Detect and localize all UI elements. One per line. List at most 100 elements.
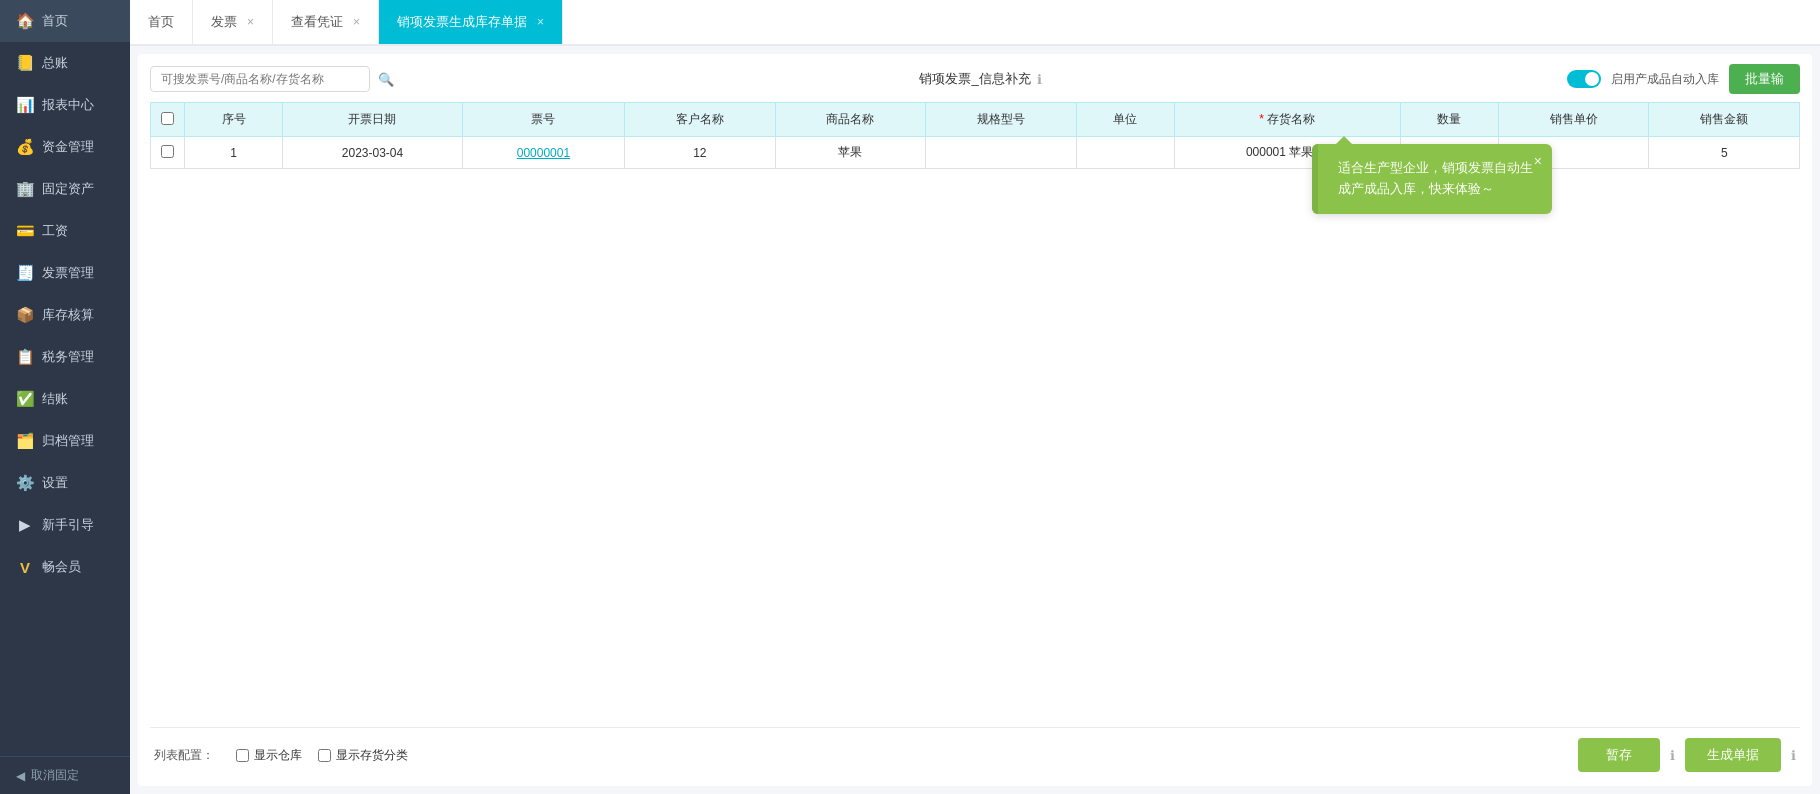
- data-table-wrapper: 序号 开票日期 票号 客户名称 商品名称 规格型号 单位 * 存货名称 数量 销…: [150, 102, 1800, 727]
- generate-button[interactable]: 生成单据: [1685, 738, 1781, 772]
- ledger-icon: 📒: [16, 54, 34, 72]
- search-icon[interactable]: 🔍: [378, 72, 394, 87]
- main-area: 首页 发票 × 查看凭证 × 销项发票生成库存单据 × 🔍 销项发票_信息补充 …: [130, 0, 1820, 794]
- sidebar-item-reports[interactable]: 📊 报表中心: [0, 84, 130, 126]
- save-button[interactable]: 暂存: [1578, 738, 1660, 772]
- cell-product: 苹果: [775, 137, 925, 169]
- content-panel: 🔍 销项发票_信息补充 ℹ 启用产成品自动入库 批量输: [138, 54, 1812, 786]
- sidebar-item-label: 固定资产: [42, 180, 94, 198]
- sidebar-item-settlement[interactable]: ✅ 结账: [0, 378, 130, 420]
- header-model: 规格型号: [926, 103, 1076, 137]
- sidebar-item-archive[interactable]: 🗂️ 归档管理: [0, 420, 130, 462]
- sidebar-item-label: 报表中心: [42, 96, 94, 114]
- settlement-icon: ✅: [16, 390, 34, 408]
- tab-home[interactable]: 首页: [130, 0, 193, 44]
- tab-stock[interactable]: 销项发票生成库存单据 ×: [379, 0, 563, 44]
- footer: 列表配置： 显示仓库 显示存货分类 暂存 ℹ 生成单据 ℹ: [150, 727, 1800, 776]
- sidebar-item-inventory[interactable]: 📦 库存核算: [0, 294, 130, 336]
- sidebar-item-label: 税务管理: [42, 348, 94, 366]
- tab-stock-close[interactable]: ×: [537, 15, 544, 29]
- sidebar-item-fixed-assets[interactable]: 🏢 固定资产: [0, 168, 130, 210]
- sidebar-item-settings[interactable]: ⚙️ 设置: [0, 462, 130, 504]
- table-row: 1 2023-03-04 00000001 12 苹果 000001 苹果 个 …: [151, 137, 1800, 169]
- inventory-icon: 📦: [16, 306, 34, 324]
- show-category-option[interactable]: 显示存货分类: [318, 747, 408, 764]
- tooltip-bar: [1312, 144, 1318, 214]
- tooltip-box: × 适合生产型企业，销项发票自动生成产成品入库，快来体验～: [1312, 144, 1552, 214]
- cancel-pin-button[interactable]: ◀ 取消固定: [0, 756, 130, 794]
- header-unit-price: 销售单价: [1499, 103, 1649, 137]
- auto-stock-toggle[interactable]: [1567, 70, 1601, 88]
- sidebar-item-label: 首页: [42, 12, 68, 30]
- sidebar-item-payroll[interactable]: 💳 工资: [0, 210, 130, 252]
- cell-unit: [1076, 137, 1174, 169]
- sidebar-item-label: 资金管理: [42, 138, 94, 156]
- sidebar-item-funds[interactable]: 💰 资金管理: [0, 126, 130, 168]
- row-checkbox[interactable]: [161, 145, 174, 158]
- footer-actions: 暂存 ℹ 生成单据 ℹ: [1578, 738, 1796, 772]
- tooltip-text: 适合生产型企业，销项发票自动生成产成品入库，快来体验～: [1328, 158, 1536, 200]
- sidebar-item-label: 畅会员: [42, 558, 81, 576]
- toolbar-center: 销项发票_信息补充 ℹ: [919, 70, 1041, 88]
- batch-button[interactable]: 批量输: [1729, 64, 1800, 94]
- sidebar-item-tax[interactable]: 📋 税务管理: [0, 336, 130, 378]
- vip-icon: V: [16, 559, 34, 576]
- tab-invoice-close[interactable]: ×: [247, 15, 254, 29]
- header-seq: 序号: [185, 103, 283, 137]
- tab-bar: 首页 发票 × 查看凭证 × 销项发票生成库存单据 ×: [130, 0, 1820, 46]
- header-qty: 数量: [1400, 103, 1498, 137]
- sidebar-item-invoice-mgmt[interactable]: 🧾 发票管理: [0, 252, 130, 294]
- show-warehouse-label: 显示仓库: [254, 747, 302, 764]
- tab-voucher[interactable]: 查看凭证 ×: [273, 0, 379, 44]
- generate-info-icon[interactable]: ℹ: [1791, 748, 1796, 763]
- tab-voucher-close[interactable]: ×: [353, 15, 360, 29]
- sidebar-item-label: 结账: [42, 390, 68, 408]
- header-product: 商品名称: [775, 103, 925, 137]
- sidebar-item-label: 归档管理: [42, 432, 94, 450]
- sidebar-item-vip[interactable]: V 畅会员: [0, 546, 130, 588]
- cancel-pin-label: 取消固定: [31, 767, 79, 784]
- pin-icon: ◀: [16, 769, 25, 783]
- tab-invoice[interactable]: 发票 ×: [193, 0, 273, 44]
- show-category-label: 显示存货分类: [336, 747, 408, 764]
- search-input[interactable]: [150, 66, 370, 92]
- tab-stock-label: 销项发票生成库存单据: [397, 13, 527, 31]
- sidebar-item-label: 发票管理: [42, 264, 94, 282]
- funds-icon: 💰: [16, 138, 34, 156]
- toolbar-right: 启用产成品自动入库 批量输: [1567, 64, 1800, 94]
- info-icon[interactable]: ℹ: [1037, 72, 1042, 87]
- tooltip-close-button[interactable]: ×: [1534, 150, 1542, 172]
- center-label: 销项发票_信息补充: [919, 70, 1030, 88]
- sidebar-item-newbie[interactable]: ▶ 新手引导: [0, 504, 130, 546]
- sidebar-item-ledger[interactable]: 📒 总账: [0, 42, 130, 84]
- header-number: 票号: [462, 103, 624, 137]
- toggle-label: 启用产成品自动入库: [1611, 71, 1719, 88]
- show-category-checkbox[interactable]: [318, 749, 331, 762]
- config-label: 列表配置：: [154, 747, 214, 764]
- data-table: 序号 开票日期 票号 客户名称 商品名称 规格型号 单位 * 存货名称 数量 销…: [150, 102, 1800, 169]
- archive-icon: 🗂️: [16, 432, 34, 450]
- tab-voucher-label: 查看凭证: [291, 13, 343, 31]
- tax-icon: 📋: [16, 348, 34, 366]
- header-customer: 客户名称: [625, 103, 775, 137]
- select-all-checkbox[interactable]: [161, 112, 174, 125]
- payroll-icon: 💳: [16, 222, 34, 240]
- show-warehouse-checkbox[interactable]: [236, 749, 249, 762]
- save-info-icon[interactable]: ℹ: [1670, 748, 1675, 763]
- sidebar-item-home[interactable]: 🏠 首页: [0, 0, 130, 42]
- reports-icon: 📊: [16, 96, 34, 114]
- tab-invoice-label: 发票: [211, 13, 237, 31]
- header-unit: 单位: [1076, 103, 1174, 137]
- cell-model: [926, 137, 1076, 169]
- show-warehouse-option[interactable]: 显示仓库: [236, 747, 302, 764]
- home-icon: 🏠: [16, 12, 34, 30]
- cell-date: 2023-03-04: [283, 137, 463, 169]
- settings-icon: ⚙️: [16, 474, 34, 492]
- header-checkbox-cell: [151, 103, 185, 137]
- cell-number[interactable]: 00000001: [462, 137, 624, 169]
- sidebar-item-label: 库存核算: [42, 306, 94, 324]
- sidebar-item-label: 设置: [42, 474, 68, 492]
- header-inventory: * 存货名称: [1174, 103, 1400, 137]
- sidebar-item-label: 新手引导: [42, 516, 94, 534]
- header-amount: 销售金额: [1649, 103, 1800, 137]
